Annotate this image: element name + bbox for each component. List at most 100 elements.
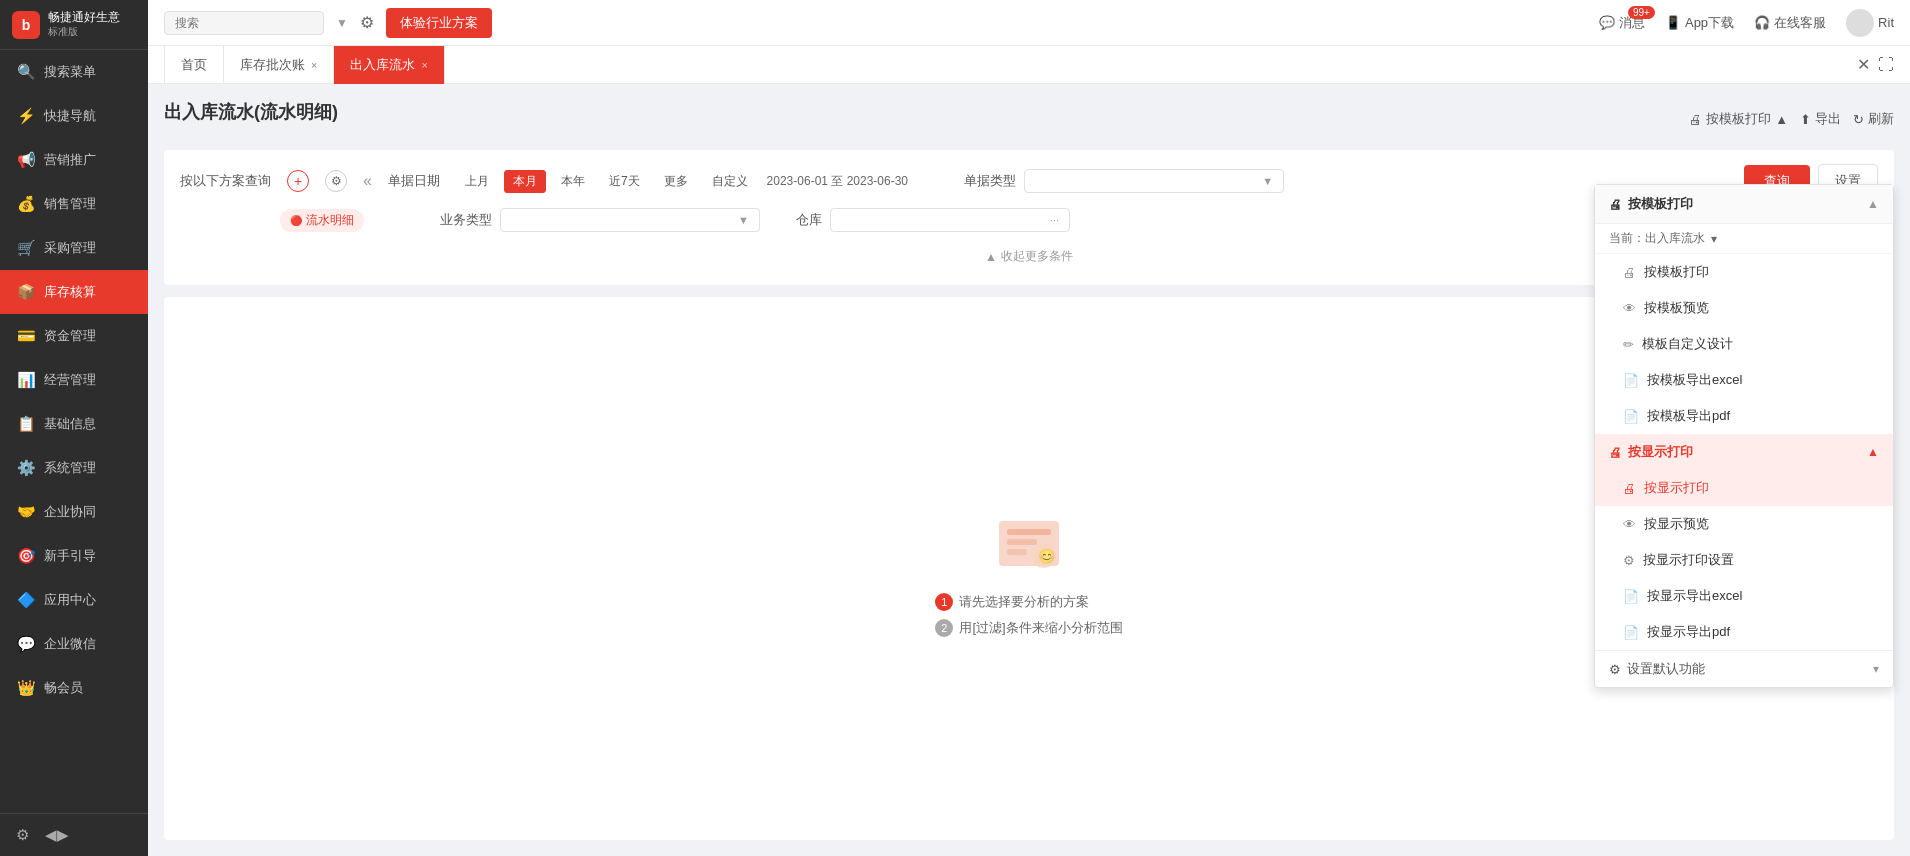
sidebar-item-system[interactable]: ⚙️ 系统管理 bbox=[0, 446, 148, 490]
dropdown-display-export-excel[interactable]: 📄 按显示导出excel bbox=[1595, 578, 1893, 614]
collapse-icon[interactable]: ◀▶ bbox=[45, 826, 69, 844]
sidebar-icon-vip: 👑 bbox=[16, 678, 36, 698]
sidebar-item-wechat[interactable]: 💬 企业微信 bbox=[0, 622, 148, 666]
sidebar-bottom: ⚙ ◀▶ bbox=[0, 813, 148, 856]
dropdown-template-export-excel[interactable]: 📄 按模板导出excel bbox=[1595, 362, 1893, 398]
sidebar-item-apps[interactable]: 🔷 应用中心 bbox=[0, 578, 148, 622]
warehouse-select[interactable]: ··· bbox=[830, 208, 1070, 232]
dropdown-display-section[interactable]: 🖨 按显示打印 ▲ bbox=[1595, 434, 1893, 470]
date-prev-month[interactable]: 上月 bbox=[456, 170, 498, 193]
sidebar-label-vip: 畅会员 bbox=[44, 679, 83, 697]
date-last-7-days[interactable]: 近7天 bbox=[600, 170, 649, 193]
close-window-icon[interactable]: ✕ bbox=[1857, 55, 1870, 74]
sidebar-item-purchase[interactable]: 🛒 采购管理 bbox=[0, 226, 148, 270]
refresh-icon: ↻ bbox=[1853, 112, 1864, 127]
headset-icon: 🎧 bbox=[1754, 15, 1770, 30]
empty-step-2: 2 用[过滤]条件来缩小分析范围 bbox=[935, 619, 1122, 637]
sidebar: b 畅捷通好生意 标准版 🔍 搜索菜单 ⚡ 快捷导航 📢 营销推广 💰 销售管理… bbox=[0, 0, 148, 856]
sidebar-item-sales[interactable]: 💰 销售管理 bbox=[0, 182, 148, 226]
header-gear-icon[interactable]: ⚙ bbox=[360, 13, 374, 32]
display-section-arrow-icon[interactable]: ▲ bbox=[1867, 445, 1879, 459]
dropdown-display-preview[interactable]: 👁 按显示预览 bbox=[1595, 506, 1893, 542]
maximize-window-icon[interactable]: ⛶ bbox=[1878, 56, 1894, 74]
sidebar-label-sales: 销售管理 bbox=[44, 195, 96, 213]
dropdown-template-preview[interactable]: 👁 按模板预览 bbox=[1595, 290, 1893, 326]
filter-section-label: 按以下方案查询 bbox=[180, 172, 271, 190]
sidebar-item-vip[interactable]: 👑 畅会员 bbox=[0, 666, 148, 710]
message-icon: 💬 bbox=[1599, 15, 1615, 30]
dropdown-header[interactable]: 🖨 按模板打印 ▲ bbox=[1595, 185, 1893, 224]
sidebar-item-basic[interactable]: 📋 基础信息 bbox=[0, 402, 148, 446]
search-dropdown-icon[interactable]: ▼ bbox=[336, 16, 348, 30]
sidebar-item-quick-nav[interactable]: ⚡ 快捷导航 bbox=[0, 94, 148, 138]
display-export-excel-icon: 📄 bbox=[1623, 589, 1639, 604]
online-service-button[interactable]: 🎧 在线客服 bbox=[1754, 14, 1826, 32]
refresh-button[interactable]: ↻ 刷新 bbox=[1853, 110, 1894, 128]
sidebar-item-inventory[interactable]: 📦 库存核算 bbox=[0, 270, 148, 314]
sidebar-item-finance[interactable]: 💳 资金管理 bbox=[0, 314, 148, 358]
industry-solution-button[interactable]: 体验行业方案 bbox=[386, 8, 492, 38]
svg-rect-1 bbox=[1007, 529, 1051, 535]
tab-home-label: 首页 bbox=[181, 56, 207, 74]
display-print-settings-icon: ⚙ bbox=[1623, 553, 1635, 568]
content-area: 出入库流水(流水明细) 🖨 按模板打印 ▲ ⬆ 导出 ↻ 刷新 bbox=[148, 84, 1910, 856]
tab-home[interactable]: 首页 bbox=[164, 46, 224, 84]
export-button[interactable]: ⬆ 导出 bbox=[1800, 110, 1841, 128]
content-top-bar: 出入库流水(流水明细) 🖨 按模板打印 ▲ ⬆ 导出 ↻ 刷新 bbox=[164, 100, 1894, 138]
date-custom[interactable]: 自定义 bbox=[703, 170, 757, 193]
tab-batch-account[interactable]: 库存批次账 × bbox=[224, 46, 334, 84]
dropdown-footer[interactable]: ⚙ 设置默认功能 ▾ bbox=[1595, 650, 1893, 687]
current-print-label: 当前：出入库流水 bbox=[1609, 230, 1705, 247]
sidebar-label-search-menu: 搜索菜单 bbox=[44, 63, 96, 81]
date-more[interactable]: 更多 bbox=[655, 170, 697, 193]
dropdown-display-print[interactable]: 🖨 按显示打印 bbox=[1595, 470, 1893, 506]
template-export-excel-icon: 📄 bbox=[1623, 373, 1639, 388]
filter-add-button[interactable]: + bbox=[287, 170, 309, 192]
collapse-up-icon: ▲ bbox=[985, 250, 997, 264]
warehouse-more-icon: ··· bbox=[1050, 214, 1059, 226]
search-input[interactable] bbox=[175, 16, 313, 30]
dropdown-template-print[interactable]: 🖨 按模板打印 bbox=[1595, 254, 1893, 290]
sidebar-label-inventory: 库存核算 bbox=[44, 283, 96, 301]
sidebar-item-operations[interactable]: 📊 经营管理 bbox=[0, 358, 148, 402]
sidebar-item-marketing[interactable]: 📢 营销推广 bbox=[0, 138, 148, 182]
date-this-month[interactable]: 本月 bbox=[504, 170, 546, 193]
dropdown-header-arrow-icon[interactable]: ▲ bbox=[1867, 197, 1879, 211]
sidebar-item-guide[interactable]: 🎯 新手引导 bbox=[0, 534, 148, 578]
header: ▼ ⚙ 体验行业方案 💬 消息 99+ 📱 App下载 🎧 在线客服 Rit bbox=[148, 0, 1910, 46]
sidebar-item-search-menu[interactable]: 🔍 搜索菜单 bbox=[0, 50, 148, 94]
tab-in-out-flow[interactable]: 出入库流水 × bbox=[334, 46, 444, 84]
date-this-year[interactable]: 本年 bbox=[552, 170, 594, 193]
print-template-button[interactable]: 🖨 按模板打印 ▲ bbox=[1689, 110, 1788, 128]
empty-steps: 1 请先选择要分析的方案 2 用[过滤]条件来缩小分析范围 bbox=[935, 593, 1122, 637]
sidebar-icon-cooperation: 🤝 bbox=[16, 502, 36, 522]
doc-type-arrow-icon: ▼ bbox=[1262, 175, 1273, 187]
message-button[interactable]: 💬 消息 99+ bbox=[1599, 14, 1645, 32]
page-title: 出入库流水(流水明细) bbox=[164, 100, 338, 124]
sidebar-item-cooperation[interactable]: 🤝 企业协同 bbox=[0, 490, 148, 534]
dropdown-template-export-pdf[interactable]: 📄 按模板导出pdf bbox=[1595, 398, 1893, 434]
doc-type-select[interactable]: ▼ bbox=[1024, 169, 1284, 193]
dropdown-template-custom[interactable]: ✏ 模板自定义设计 bbox=[1595, 326, 1893, 362]
sidebar-label-basic: 基础信息 bbox=[44, 415, 96, 433]
app-download-button[interactable]: 📱 App下载 bbox=[1665, 14, 1734, 32]
filter-collapse-button[interactable]: « bbox=[363, 172, 372, 190]
logo-icon: b bbox=[12, 11, 40, 39]
tab-in-out-flow-close[interactable]: × bbox=[421, 59, 427, 71]
dropdown-display-export-pdf[interactable]: 📄 按显示导出pdf bbox=[1595, 614, 1893, 650]
filter-tag-flow[interactable]: 🔴 流水明细 bbox=[280, 209, 364, 232]
header-right: 💬 消息 99+ 📱 App下载 🎧 在线客服 Rit bbox=[1599, 9, 1894, 37]
sidebar-icon-quick-nav: ⚡ bbox=[16, 106, 36, 126]
dropdown-display-print-settings[interactable]: ⚙ 按显示打印设置 bbox=[1595, 542, 1893, 578]
user-menu[interactable]: Rit bbox=[1846, 9, 1894, 37]
print-dropdown-menu: 🖨 按模板打印 ▲ 当前：出入库流水 ▾ 🖨 按模板打印 👁 按模板预览 ✏ 模… bbox=[1594, 184, 1894, 688]
settings-icon[interactable]: ⚙ bbox=[16, 826, 29, 844]
header-search-box[interactable] bbox=[164, 11, 324, 35]
business-type-select[interactable]: ▼ bbox=[500, 208, 760, 232]
tab-batch-account-close[interactable]: × bbox=[311, 59, 317, 71]
sidebar-icon-basic: 📋 bbox=[16, 414, 36, 434]
empty-step-1: 1 请先选择要分析的方案 bbox=[935, 593, 1122, 611]
dropdown-current[interactable]: 当前：出入库流水 ▾ bbox=[1595, 224, 1893, 254]
filter-settings-button[interactable]: ⚙ bbox=[325, 170, 347, 192]
sidebar-icon-wechat: 💬 bbox=[16, 634, 36, 654]
